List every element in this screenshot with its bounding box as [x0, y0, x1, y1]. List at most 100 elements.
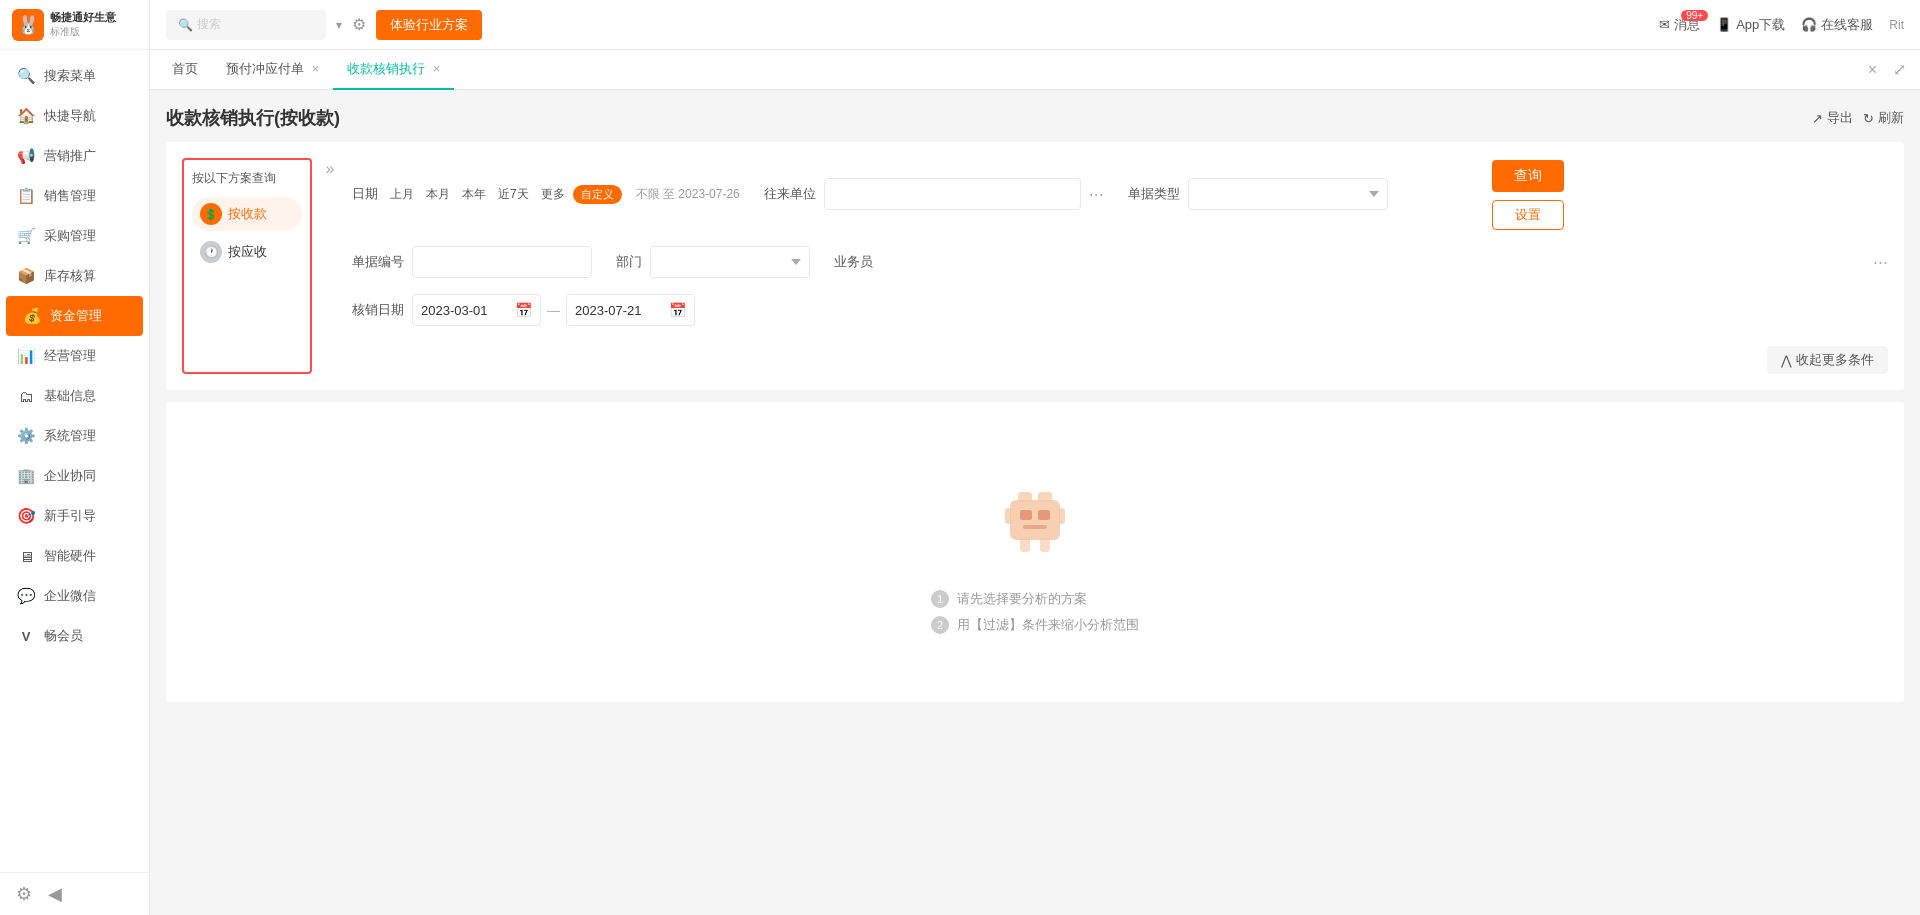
guide-icon: 🎯: [16, 506, 36, 526]
sidebar: 🐰 畅捷通好生意 标准版 🔍 搜索菜单 🏠 快捷导航 📢 营销推广 📋 销售管理…: [0, 0, 150, 915]
operations-icon: 📊: [16, 346, 36, 366]
sidebar-item-operations[interactable]: 📊 经营管理: [0, 336, 149, 376]
tip-number-1: 1: [931, 590, 949, 608]
sidebar-item-basic[interactable]: 🗂 基础信息: [0, 376, 149, 416]
empty-tip-1: 1 请先选择要分析的方案: [931, 590, 1139, 608]
topbar-search[interactable]: 🔍 搜索: [166, 10, 326, 40]
doc-type-select[interactable]: [1188, 178, 1388, 210]
counterparty-field: 往来单位 ···: [764, 178, 1104, 210]
page-title: 收款核销执行(按收款): [166, 106, 340, 130]
department-select[interactable]: [650, 246, 810, 278]
svg-rect-0: [1010, 500, 1060, 540]
collapse-more-button[interactable]: ⋀ 收起更多条件: [1767, 346, 1888, 374]
doc-no-field: 单据编号: [352, 246, 592, 278]
system-icon: ⚙️: [16, 426, 36, 446]
logo-text: 畅捷通好生意 标准版: [50, 10, 116, 39]
writeoff-end-calendar-icon[interactable]: 📅: [669, 302, 686, 318]
sidebar-item-system[interactable]: ⚙️ 系统管理: [0, 416, 149, 456]
topbar-gear-icon[interactable]: ⚙: [352, 15, 366, 34]
sidebar-item-purchase[interactable]: 🛒 采购管理: [0, 216, 149, 256]
date-more[interactable]: 更多: [537, 184, 569, 205]
svg-rect-9: [1038, 492, 1052, 502]
date-this-month[interactable]: 本月: [422, 184, 454, 205]
sidebar-item-hardware[interactable]: 🖥 智能硬件: [0, 536, 149, 576]
filter-row-1: 日期 上月 本月 本年 近7天 更多 自定义 不限 至 2023-07-26 往…: [352, 158, 1888, 230]
sidebar-footer: ⚙ ◀: [0, 872, 149, 915]
receipt-option-icon: 💲: [200, 203, 222, 225]
sidebar-item-member[interactable]: V 畅会员: [0, 616, 149, 656]
date-no-limit: 不限 至 2023-07-26: [636, 186, 740, 203]
inventory-icon: 📦: [16, 266, 36, 286]
enterprise-icon: 🏢: [16, 466, 36, 486]
collapse-chevron-icon: ⋀: [1781, 353, 1792, 368]
refresh-button[interactable]: ↻ 刷新: [1863, 109, 1904, 127]
export-button[interactable]: ↗ 导出: [1812, 109, 1853, 127]
tabs-bar: 首页 预付冲应付单 × 收款核销执行 × × ⤢: [150, 50, 1920, 90]
tab-close-prepay[interactable]: ×: [312, 62, 319, 76]
tab-home[interactable]: 首页: [158, 50, 212, 90]
department-label: 部门: [616, 253, 642, 271]
writeoff-start-input[interactable]: [421, 303, 511, 318]
salesperson-dots-icon[interactable]: ···: [1873, 253, 1888, 271]
query-button[interactable]: 查询: [1492, 160, 1564, 192]
filter-option-receipt[interactable]: 💲 按收款: [192, 197, 302, 231]
message-button[interactable]: ✉ 消息 99+: [1659, 16, 1700, 34]
doc-no-label: 单据编号: [352, 253, 404, 271]
sidebar-item-marketing[interactable]: 📢 营销推广: [0, 136, 149, 176]
collapse-more-area: ⋀ 收起更多条件: [352, 346, 1888, 374]
close-all-tabs-icon[interactable]: ×: [1862, 59, 1883, 81]
sales-icon: 📋: [16, 186, 36, 206]
filter-options-box: 按以下方案查询 💲 按收款 🕐 按应收: [182, 158, 312, 374]
settings-icon[interactable]: ⚙: [16, 883, 32, 905]
svg-rect-6: [1020, 538, 1030, 552]
app-download-button[interactable]: 📱 App下载: [1716, 16, 1785, 34]
export-icon: ↗: [1812, 111, 1823, 126]
sidebar-item-finance[interactable]: 💰 资金管理: [6, 296, 143, 336]
date-custom-badge[interactable]: 自定义: [573, 185, 622, 204]
collapse-filter-left-button[interactable]: »: [320, 158, 340, 374]
sidebar-item-search[interactable]: 🔍 搜索菜单: [0, 56, 149, 96]
filter-option-receivable[interactable]: 🕐 按应收: [192, 235, 302, 269]
counterparty-dots-icon[interactable]: ···: [1089, 185, 1104, 203]
topbar-dropdown-icon[interactable]: ▾: [336, 18, 342, 32]
tab-prepay[interactable]: 预付冲应付单 ×: [212, 50, 333, 90]
action-buttons: 查询 设置: [1492, 158, 1564, 230]
writeoff-start-calendar-icon[interactable]: 📅: [515, 302, 532, 318]
collapse-sidebar-icon[interactable]: ◀: [48, 883, 62, 905]
writeoff-date-range: 📅 — 📅: [412, 294, 695, 326]
svg-rect-1: [1020, 510, 1032, 520]
writeoff-end-input[interactable]: [575, 303, 665, 318]
sidebar-item-inventory[interactable]: 📦 库存核算: [0, 256, 149, 296]
date-last-month[interactable]: 上月: [386, 184, 418, 205]
counterparty-input[interactable]: [824, 178, 1081, 210]
date-shortcuts: 上月 本月 本年 近7天 更多 自定义: [386, 184, 622, 205]
filter-scheme-selector: 按以下方案查询 💲 按收款 🕐 按应收 »: [182, 158, 340, 374]
svg-rect-2: [1038, 510, 1050, 520]
home-icon: 🏠: [16, 106, 36, 126]
solution-button[interactable]: 体验行业方案: [376, 10, 482, 40]
date-separator: —: [547, 303, 560, 318]
tab-receivable[interactable]: 收款核销执行 ×: [333, 50, 454, 90]
writeoff-date-field: 核销日期 📅 — 📅: [352, 294, 695, 326]
date-7days[interactable]: 近7天: [494, 184, 533, 205]
sidebar-item-wechat[interactable]: 💬 企业微信: [0, 576, 149, 616]
tab-close-receivable[interactable]: ×: [433, 62, 440, 76]
expand-tab-icon[interactable]: ⤢: [1887, 58, 1912, 81]
logo-icon: 🐰: [12, 9, 44, 41]
sidebar-item-sales[interactable]: 📋 销售管理: [0, 176, 149, 216]
sidebar-item-guide[interactable]: 🎯 新手引导: [0, 496, 149, 536]
svg-rect-3: [1023, 525, 1047, 529]
date-this-year[interactable]: 本年: [458, 184, 490, 205]
main-area: 🔍 搜索 ▾ ⚙ 体验行业方案 ✉ 消息 99+ 📱 App下载 🎧 在线客服 …: [150, 0, 1920, 915]
receivable-option-icon: 🕐: [200, 241, 222, 263]
doc-no-input[interactable]: [412, 246, 592, 278]
doc-type-label: 单据类型: [1128, 185, 1180, 203]
empty-tip-2: 2 用【过滤】条件来缩小分析范围: [931, 616, 1139, 634]
sidebar-item-quicknav[interactable]: 🏠 快捷导航: [0, 96, 149, 136]
sidebar-item-enterprise[interactable]: 🏢 企业协同: [0, 456, 149, 496]
department-field: 部门: [616, 246, 810, 278]
settings-button[interactable]: 设置: [1492, 200, 1564, 230]
customer-service-button[interactable]: 🎧 在线客服: [1801, 16, 1873, 34]
topbar: 🔍 搜索 ▾ ⚙ 体验行业方案 ✉ 消息 99+ 📱 App下载 🎧 在线客服 …: [150, 0, 1920, 50]
writeoff-date-label: 核销日期: [352, 301, 404, 319]
